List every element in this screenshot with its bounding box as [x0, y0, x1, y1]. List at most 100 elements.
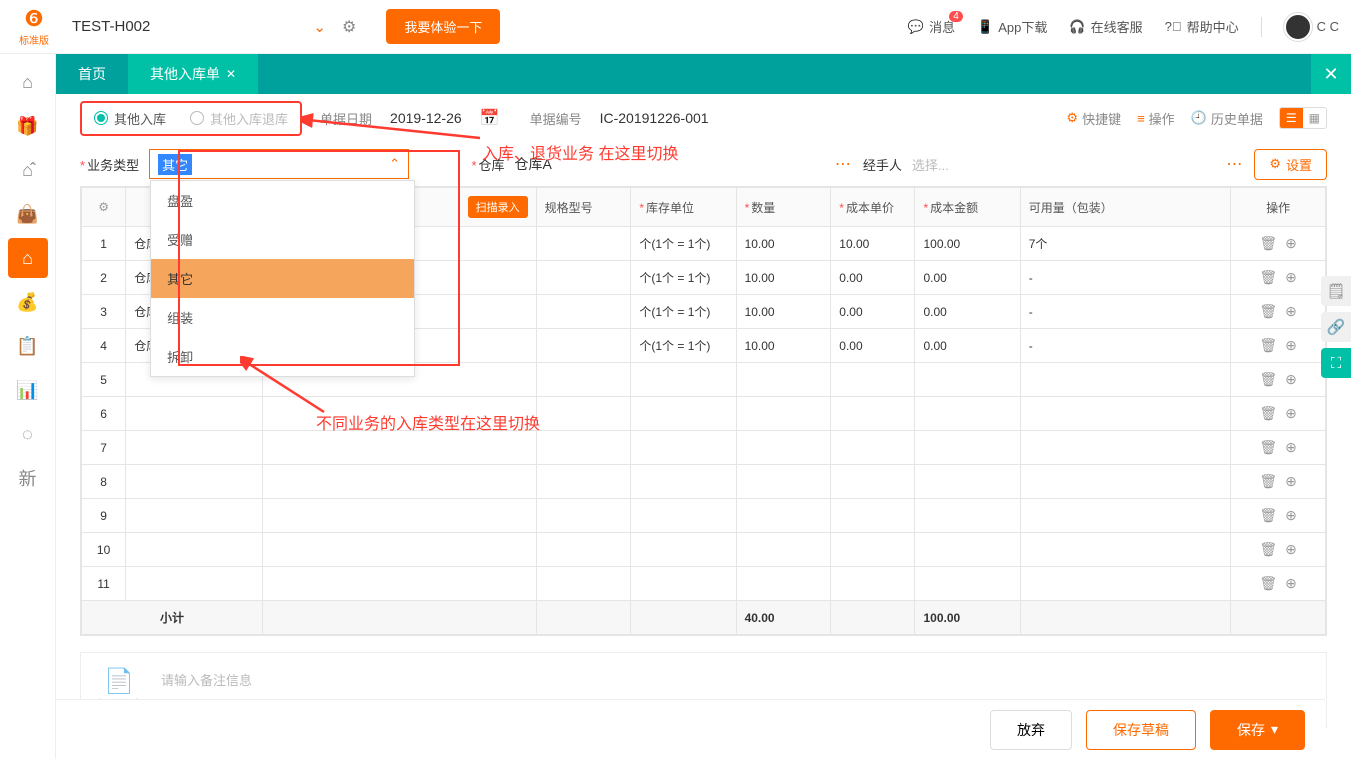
cell-unit[interactable] — [631, 431, 736, 465]
nav-house-icon[interactable]: ⌂̂ — [8, 150, 48, 190]
radio-other-in[interactable]: 其他入库 — [94, 109, 166, 128]
nav-money-icon[interactable]: 💰 — [8, 282, 48, 322]
copy-icon[interactable]: ⊕ — [1285, 371, 1297, 387]
cell-warehouse[interactable] — [126, 567, 263, 601]
cell-unit[interactable]: 个(1个 = 1个) — [631, 227, 736, 261]
copy-icon[interactable]: ⊕ — [1285, 269, 1297, 285]
cell-spec[interactable] — [536, 397, 631, 431]
setting-button[interactable]: ⚙ 设置 — [1254, 149, 1327, 180]
cell-spec[interactable] — [536, 465, 631, 499]
cell-qty[interactable] — [736, 499, 831, 533]
view-toggle[interactable]: ☰ ▦ — [1279, 107, 1327, 129]
cell-price[interactable]: 10.00 — [831, 227, 915, 261]
cell-unit[interactable]: 个(1个 = 1个) — [631, 295, 736, 329]
ellipsis-icon[interactable]: ⋯ — [835, 154, 851, 174]
float-note-icon[interactable]: 🗒 — [1321, 276, 1351, 306]
nav-clipboard-icon[interactable]: 📋 — [8, 326, 48, 366]
cell-unit[interactable]: 个(1个 = 1个) — [631, 261, 736, 295]
cell-unit[interactable] — [631, 499, 736, 533]
nav-warehouse-icon[interactable]: ⌂ — [8, 238, 48, 278]
help-center-link[interactable]: ?⃝ 帮助中心 — [1165, 17, 1239, 36]
cell-amount[interactable] — [915, 465, 1020, 499]
cell-qty[interactable] — [736, 567, 831, 601]
online-service-link[interactable]: 🎧 在线客服 — [1069, 17, 1142, 36]
option-zuzhuang[interactable]: 组装 — [151, 298, 414, 337]
cell-amount[interactable]: 100.00 — [915, 227, 1020, 261]
cell-amount[interactable]: 0.00 — [915, 329, 1020, 363]
cell-amount[interactable] — [915, 499, 1020, 533]
table-row[interactable]: 7🗑⊕ — [82, 431, 1326, 465]
cell-qty[interactable]: 10.00 — [736, 295, 831, 329]
nav-report-icon[interactable]: 📊 — [8, 370, 48, 410]
nav-circle-icon[interactable]: ◌ — [8, 414, 48, 454]
close-icon[interactable]: ✕ — [226, 67, 236, 81]
copy-icon[interactable]: ⊕ — [1285, 337, 1297, 353]
remark-input[interactable] — [161, 667, 1312, 694]
cell-spec[interactable] — [536, 499, 631, 533]
cell-qty[interactable]: 10.00 — [736, 329, 831, 363]
cell-unit[interactable] — [631, 363, 736, 397]
copy-icon[interactable]: ⊕ — [1285, 439, 1297, 455]
copy-icon[interactable]: ⊕ — [1285, 507, 1297, 523]
cell-product[interactable] — [263, 465, 537, 499]
cell-amount[interactable] — [915, 567, 1020, 601]
save-draft-button[interactable]: 保存草稿 — [1086, 710, 1196, 750]
delete-icon[interactable]: 🗑 — [1259, 235, 1277, 251]
cell-qty[interactable] — [736, 397, 831, 431]
cell-warehouse[interactable] — [126, 397, 263, 431]
cell-unit[interactable] — [631, 567, 736, 601]
cell-amount[interactable]: 0.00 — [915, 261, 1020, 295]
delete-icon[interactable]: 🗑 — [1259, 541, 1277, 557]
nav-bag-icon[interactable]: 👜 — [8, 194, 48, 234]
cell-qty[interactable]: 10.00 — [736, 227, 831, 261]
view-grid-icon[interactable]: ▦ — [1303, 108, 1326, 128]
delete-icon[interactable]: 🗑 — [1259, 371, 1277, 387]
cell-spec[interactable] — [536, 431, 631, 465]
cell-product[interactable] — [263, 567, 537, 601]
cell-unit[interactable] — [631, 465, 736, 499]
cell-price[interactable] — [831, 533, 915, 567]
operate-link[interactable]: ≡操作 — [1137, 109, 1175, 128]
radio-other-return[interactable]: 其他入库退库 — [190, 109, 288, 128]
delete-icon[interactable]: 🗑 — [1259, 439, 1277, 455]
delete-icon[interactable]: 🗑 — [1259, 269, 1277, 285]
cell-price[interactable] — [831, 363, 915, 397]
copy-icon[interactable]: ⊕ — [1285, 405, 1297, 421]
ellipsis-icon[interactable]: ⋯ — [1226, 154, 1242, 174]
cell-spec[interactable] — [536, 227, 631, 261]
cell-product[interactable] — [263, 431, 537, 465]
biz-type-select[interactable]: 其它 ⌃ 盘盈 受赠 其它 组装 拆卸 — [149, 149, 409, 179]
cell-qty[interactable]: 10.00 — [736, 261, 831, 295]
cell-spec[interactable] — [536, 567, 631, 601]
option-qita[interactable]: 其它 — [151, 259, 414, 298]
table-row[interactable]: 6🗑⊕ — [82, 397, 1326, 431]
calendar-icon[interactable]: 📅 — [480, 108, 500, 128]
copy-icon[interactable]: ⊕ — [1285, 303, 1297, 319]
nav-home-icon[interactable]: ⌂ — [8, 62, 48, 102]
delete-icon[interactable]: 🗑 — [1259, 405, 1277, 421]
app-download-link[interactable]: 📱 App下载 — [977, 17, 1047, 36]
view-list-icon[interactable]: ☰ — [1280, 108, 1303, 128]
scan-button[interactable]: 扫描录入 — [468, 196, 528, 218]
delete-icon[interactable]: 🗑 — [1259, 507, 1277, 523]
tab-current[interactable]: 其他入库单 ✕ — [128, 54, 258, 94]
cell-price[interactable]: 0.00 — [831, 329, 915, 363]
cell-warehouse[interactable] — [126, 499, 263, 533]
delete-icon[interactable]: 🗑 — [1259, 575, 1277, 591]
cell-spec[interactable] — [536, 295, 631, 329]
cell-spec[interactable] — [536, 329, 631, 363]
save-button[interactable]: 保存 ▾ — [1210, 710, 1305, 750]
delete-icon[interactable]: 🗑 — [1259, 337, 1277, 353]
nav-new-icon[interactable]: 新 — [8, 458, 48, 498]
cell-warehouse[interactable] — [126, 431, 263, 465]
try-button[interactable]: 我要体验一下 — [386, 9, 500, 44]
option-chaixie[interactable]: 拆卸 — [151, 337, 414, 376]
close-all-tabs[interactable]: ✕ — [1311, 54, 1351, 94]
cell-product[interactable] — [263, 533, 537, 567]
user-menu[interactable]: C C — [1284, 13, 1339, 41]
cell-price[interactable]: 0.00 — [831, 295, 915, 329]
handler-placeholder[interactable]: 选择... — [912, 155, 949, 174]
cell-unit[interactable] — [631, 533, 736, 567]
cell-qty[interactable] — [736, 431, 831, 465]
cell-spec[interactable] — [536, 363, 631, 397]
